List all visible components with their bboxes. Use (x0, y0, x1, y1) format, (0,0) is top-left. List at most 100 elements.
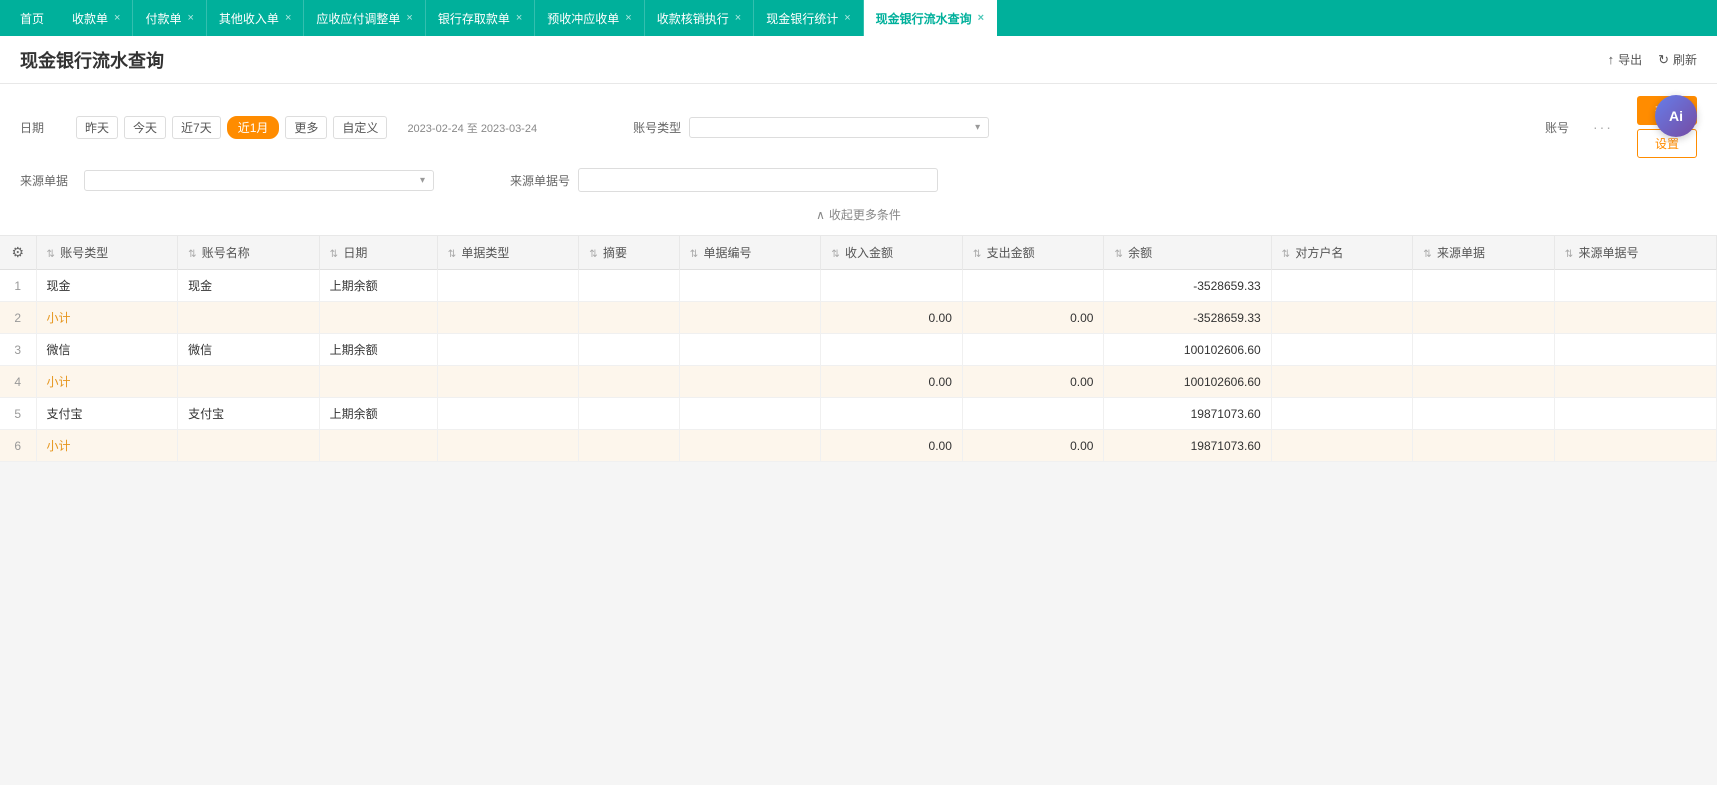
close-tab-xianjinliushui[interactable]: × (978, 12, 984, 24)
col-summary-header[interactable]: ⇅ 摘要 (579, 236, 680, 270)
cell-balance: 19871073.60 (1104, 398, 1271, 430)
cell-doc-no (679, 430, 821, 462)
close-tab-qitashouru[interactable]: × (285, 12, 291, 24)
date-btn-1month[interactable]: 近1月 (227, 116, 280, 139)
col-balance-header[interactable]: ⇅ 余额 (1104, 236, 1271, 270)
col-counterpart-header[interactable]: ⇅ 对方户名 (1271, 236, 1413, 270)
cell-counterpart (1271, 366, 1413, 398)
close-tab-yinhangcunqu[interactable]: × (516, 12, 522, 24)
close-tab-yingshouyingfu[interactable]: × (406, 12, 412, 24)
col-settings-icon[interactable]: ⚙ (0, 236, 36, 270)
tab-yushouyingfu[interactable]: 预收冲应收单 × (535, 0, 644, 36)
cell-account-type: 现金 (36, 270, 178, 302)
cell-account-name: 现金 (178, 270, 320, 302)
cell-source-doc (1413, 398, 1555, 430)
tab-xianjintongji[interactable]: 现金银行统计 × (754, 0, 863, 36)
cell-balance: 19871073.60 (1104, 430, 1271, 462)
nav-home[interactable]: 首页 (4, 0, 60, 36)
account-dots[interactable]: ··· (1593, 119, 1613, 135)
col-source-doc-header[interactable]: ⇅ 来源单据 (1413, 236, 1555, 270)
cell-source-doc-no (1554, 302, 1716, 334)
date-options-group: 昨天 今天 近7天 近1月 更多 自定义 (76, 116, 387, 139)
cell-date: 上期余额 (319, 334, 437, 366)
source-doc-label: 来源单据 (20, 172, 68, 189)
cell-doc-no (679, 398, 821, 430)
cell-doc-no (679, 366, 821, 398)
close-tab-shoukuanhexiao[interactable]: × (735, 12, 741, 24)
date-btn-7days[interactable]: 近7天 (172, 116, 221, 139)
cell-account-name (178, 430, 320, 462)
source-doc-select[interactable]: ▾ (84, 170, 434, 191)
collapse-bar[interactable]: ∧ 收起更多条件 (20, 202, 1697, 223)
close-tab-shoukuan[interactable]: × (114, 12, 120, 24)
cell-account-type: 支付宝 (36, 398, 178, 430)
col-income-header[interactable]: ⇅ 收入金额 (821, 236, 963, 270)
cell-balance: 100102606.60 (1104, 366, 1271, 398)
sort-arrows-doc-type: ⇅ (448, 249, 456, 260)
table-row: 4小计0.000.00100102606.60 (0, 366, 1717, 398)
cell-doc-no (679, 302, 821, 334)
cell-counterpart (1271, 398, 1413, 430)
cell-income: 0.00 (821, 302, 963, 334)
cell-summary (579, 398, 680, 430)
cell-source-doc (1413, 430, 1555, 462)
cell-source-doc (1413, 334, 1555, 366)
tab-shoukuan[interactable]: 收款单 × (60, 0, 133, 36)
page-header: 现金银行流水查询 ↑ 导出 ↻ 刷新 (0, 36, 1717, 84)
cell-summary (579, 430, 680, 462)
date-btn-today[interactable]: 今天 (124, 116, 166, 139)
row-index: 1 (0, 270, 36, 302)
cell-expense: 0.00 (962, 302, 1104, 334)
account-type-select[interactable]: ▾ (689, 117, 989, 138)
col-doc-type-header[interactable]: ⇅ 单据类型 (437, 236, 579, 270)
date-btn-more[interactable]: 更多 (285, 116, 327, 139)
row-index: 6 (0, 430, 36, 462)
tab-yingshouyingfu[interactable]: 应收应付调整单 × (304, 0, 425, 36)
refresh-button[interactable]: ↻ 刷新 (1658, 51, 1697, 68)
row-index: 5 (0, 398, 36, 430)
cell-counterpart (1271, 270, 1413, 302)
col-doc-no-header[interactable]: ⇅ 单据编号 (679, 236, 821, 270)
cell-account-type: 微信 (36, 334, 178, 366)
close-tab-fukuan[interactable]: × (187, 12, 193, 24)
sort-arrows-source-doc: ⇅ (1423, 249, 1431, 260)
col-date-header[interactable]: ⇅ 日期 (319, 236, 437, 270)
export-button[interactable]: ↑ 导出 (1608, 51, 1643, 68)
cell-income (821, 398, 963, 430)
row-index: 3 (0, 334, 36, 366)
gear-icon: ⚙ (11, 244, 24, 260)
table-wrapper: ⚙ ⇅ 账号类型 ⇅ 账号名称 ⇅ 日期 ⇅ 单据类型 (0, 236, 1717, 462)
tab-qitashouru[interactable]: 其他收入单 × (207, 0, 304, 36)
filter-area: 日期 昨天 今天 近7天 近1月 更多 自定义 2023-02-24 至 202… (0, 84, 1717, 236)
page-title: 现金银行流水查询 (20, 47, 164, 73)
cell-account-type: 小计 (36, 366, 178, 398)
tab-yinhangcunqu[interactable]: 银行存取款单 × (426, 0, 535, 36)
cell-counterpart (1271, 302, 1413, 334)
cell-source-doc-no (1554, 366, 1716, 398)
col-account-type-header[interactable]: ⇅ 账号类型 (36, 236, 178, 270)
close-tab-xianjintongji[interactable]: × (844, 12, 850, 24)
col-account-name-header[interactable]: ⇅ 账号名称 (178, 236, 320, 270)
tab-xianjinliushui[interactable]: 现金银行流水查询 × (864, 0, 997, 36)
col-expense-header[interactable]: ⇅ 支出金额 (962, 236, 1104, 270)
close-tab-yushouyingfu[interactable]: × (625, 12, 631, 24)
cell-account-name: 支付宝 (178, 398, 320, 430)
tab-shoukuanhexiao[interactable]: 收款核销执行 × (645, 0, 754, 36)
sort-arrows-balance: ⇅ (1114, 249, 1122, 260)
source-doc-no-input[interactable] (578, 168, 938, 192)
sort-arrows-income: ⇅ (831, 249, 839, 260)
table-header-row: ⚙ ⇅ 账号类型 ⇅ 账号名称 ⇅ 日期 ⇅ 单据类型 (0, 236, 1717, 270)
account-type-label: 账号类型 (633, 119, 681, 136)
tab-fukuan[interactable]: 付款单 × (133, 0, 206, 36)
cell-income (821, 270, 963, 302)
export-icon: ↑ (1608, 52, 1615, 67)
cell-source-doc-no (1554, 398, 1716, 430)
cell-date: 上期余额 (319, 270, 437, 302)
ai-badge[interactable]: Ai (1655, 95, 1697, 137)
date-btn-custom[interactable]: 自定义 (333, 116, 387, 139)
date-btn-yesterday[interactable]: 昨天 (76, 116, 118, 139)
table-body: 1现金现金上期余额-3528659.332小计0.000.00-3528659.… (0, 270, 1717, 462)
cell-expense (962, 334, 1104, 366)
col-source-doc-no-header[interactable]: ⇅ 来源单据号 (1554, 236, 1716, 270)
cell-income: 0.00 (821, 430, 963, 462)
